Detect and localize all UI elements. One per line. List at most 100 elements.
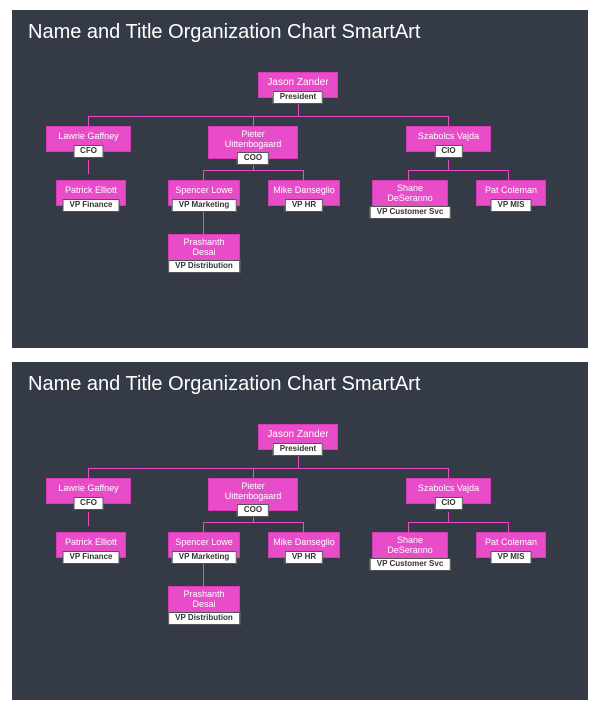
slide-2: Name and Title Organization Chart SmartA… bbox=[12, 362, 588, 700]
node-title: President bbox=[273, 443, 323, 456]
node-cio: Szabolcs VajdaCIO bbox=[406, 126, 491, 152]
connector bbox=[448, 116, 449, 126]
node-box: Patrick ElliottVP Finance bbox=[56, 532, 126, 558]
node-coo: Pieter UittenbogaardCOO bbox=[208, 478, 298, 511]
node-name: Spencer Lowe bbox=[175, 186, 233, 196]
node-box: Szabolcs VajdaCIO bbox=[406, 126, 491, 152]
node-vp-hr: Mike DanseglioVP HR bbox=[268, 180, 340, 206]
connector bbox=[88, 116, 89, 126]
slide-title: Name and Title Organization Chart SmartA… bbox=[28, 20, 572, 44]
node-coo: Pieter UittenbogaardCOO bbox=[208, 126, 298, 159]
node-name: Mike Danseglio bbox=[273, 186, 335, 196]
connector bbox=[253, 116, 254, 126]
node-title: CIO bbox=[434, 145, 462, 158]
node-box: Prashanth DesaiVP Distribution bbox=[168, 234, 240, 267]
node-vp-customer-svc: Shane DeSerannoVP Customer Svc bbox=[372, 180, 448, 213]
node-box: Pat ColemanVP MIS bbox=[476, 180, 546, 206]
node-president: Jason ZanderPresident bbox=[258, 424, 338, 450]
connector bbox=[303, 522, 304, 532]
node-name: Prashanth Desai bbox=[173, 238, 235, 258]
node-name: Spencer Lowe bbox=[175, 538, 233, 548]
node-box: Mike DanseglioVP HR bbox=[268, 532, 340, 558]
node-title: VP Finance bbox=[63, 551, 120, 564]
node-title: President bbox=[273, 91, 323, 104]
node-name: Mike Danseglio bbox=[273, 538, 335, 548]
node-vp-distribution: Prashanth DesaiVP Distribution bbox=[168, 234, 240, 267]
connector bbox=[253, 468, 254, 478]
node-vp-distribution: Prashanth DesaiVP Distribution bbox=[168, 586, 240, 619]
connector bbox=[408, 522, 508, 523]
node-title: VP Marketing bbox=[172, 551, 237, 564]
connector bbox=[88, 512, 89, 526]
node-title: VP HR bbox=[285, 199, 323, 212]
slide-1: Name and Title Organization Chart SmartA… bbox=[12, 10, 588, 348]
node-vp-finance: Patrick ElliottVP Finance bbox=[56, 532, 126, 558]
connector bbox=[298, 102, 299, 116]
node-title: VP Distribution bbox=[168, 612, 240, 625]
node-box: Jason Zander President bbox=[258, 72, 338, 98]
node-vp-marketing: Spencer LoweVP Marketing bbox=[168, 532, 240, 558]
node-box: Patrick ElliottVP Finance bbox=[56, 180, 126, 206]
node-box: Spencer LoweVP Marketing bbox=[168, 532, 240, 558]
node-box: Lawrie GaffneyCFO bbox=[46, 478, 131, 504]
node-name: Lawrie Gaffney bbox=[58, 132, 118, 142]
node-name: Jason Zander bbox=[267, 77, 328, 88]
node-title: VP Finance bbox=[63, 199, 120, 212]
node-vp-hr: Mike DanseglioVP HR bbox=[268, 532, 340, 558]
node-name: Pieter Uittenbogaard bbox=[213, 130, 293, 150]
node-title: CIO bbox=[434, 497, 462, 510]
node-cio: Szabolcs VajdaCIO bbox=[406, 478, 491, 504]
page: Name and Title Organization Chart SmartA… bbox=[0, 0, 600, 720]
connector bbox=[203, 170, 303, 171]
node-title: COO bbox=[237, 152, 269, 165]
node-title: VP Customer Svc bbox=[370, 206, 451, 219]
node-name: Lawrie Gaffney bbox=[58, 484, 118, 494]
connector bbox=[203, 170, 204, 180]
node-box: Shane DeSerannoVP Customer Svc bbox=[372, 532, 448, 565]
connector bbox=[88, 116, 448, 117]
node-box: Lawrie GaffneyCFO bbox=[46, 126, 131, 152]
node-name: Pat Coleman bbox=[485, 538, 537, 548]
node-name: Szabolcs Vajda bbox=[418, 484, 479, 494]
node-name: Shane DeSeranno bbox=[377, 184, 443, 204]
node-title: CFO bbox=[73, 145, 104, 158]
connector bbox=[448, 512, 449, 522]
node-president: Jason Zander President bbox=[258, 72, 338, 98]
org-chart: Jason ZanderPresident Lawrie GaffneyCFO … bbox=[28, 424, 572, 688]
node-name: Pat Coleman bbox=[485, 186, 537, 196]
node-name: Prashanth Desai bbox=[173, 590, 235, 610]
node-title: VP HR bbox=[285, 551, 323, 564]
node-title: VP MIS bbox=[491, 551, 532, 564]
connector bbox=[508, 522, 509, 532]
node-name: Shane DeSeranno bbox=[377, 536, 443, 556]
node-box: Prashanth DesaiVP Distribution bbox=[168, 586, 240, 619]
connector bbox=[408, 522, 409, 532]
node-vp-marketing: Spencer LoweVP Marketing bbox=[168, 180, 240, 206]
connector bbox=[298, 454, 299, 468]
node-cfo: Lawrie GaffneyCFO bbox=[46, 126, 131, 152]
connector bbox=[88, 160, 89, 174]
node-vp-finance: Patrick ElliottVP Finance bbox=[56, 180, 126, 206]
connector bbox=[408, 170, 508, 171]
connector bbox=[88, 468, 89, 478]
node-vp-mis: Pat ColemanVP MIS bbox=[476, 532, 546, 558]
node-box: Pieter UittenbogaardCOO bbox=[208, 478, 298, 511]
connector bbox=[508, 170, 509, 180]
slide-title: Name and Title Organization Chart SmartA… bbox=[28, 372, 572, 396]
node-vp-customer-svc: Shane DeSerannoVP Customer Svc bbox=[372, 532, 448, 565]
node-title: CFO bbox=[73, 497, 104, 510]
node-title: VP Distribution bbox=[168, 260, 240, 273]
node-box: Spencer LoweVP Marketing bbox=[168, 180, 240, 206]
node-name: Pieter Uittenbogaard bbox=[213, 482, 293, 502]
connector bbox=[408, 170, 409, 180]
node-cfo: Lawrie GaffneyCFO bbox=[46, 478, 131, 504]
node-box: Pieter UittenbogaardCOO bbox=[208, 126, 298, 159]
connector bbox=[203, 522, 204, 532]
node-title: VP Customer Svc bbox=[370, 558, 451, 571]
node-name: Patrick Elliott bbox=[65, 186, 117, 196]
node-name: Szabolcs Vajda bbox=[418, 132, 479, 142]
node-name: Jason Zander bbox=[267, 429, 328, 440]
node-box: Szabolcs VajdaCIO bbox=[406, 478, 491, 504]
node-box: Shane DeSerannoVP Customer Svc bbox=[372, 180, 448, 213]
connector bbox=[88, 468, 448, 469]
